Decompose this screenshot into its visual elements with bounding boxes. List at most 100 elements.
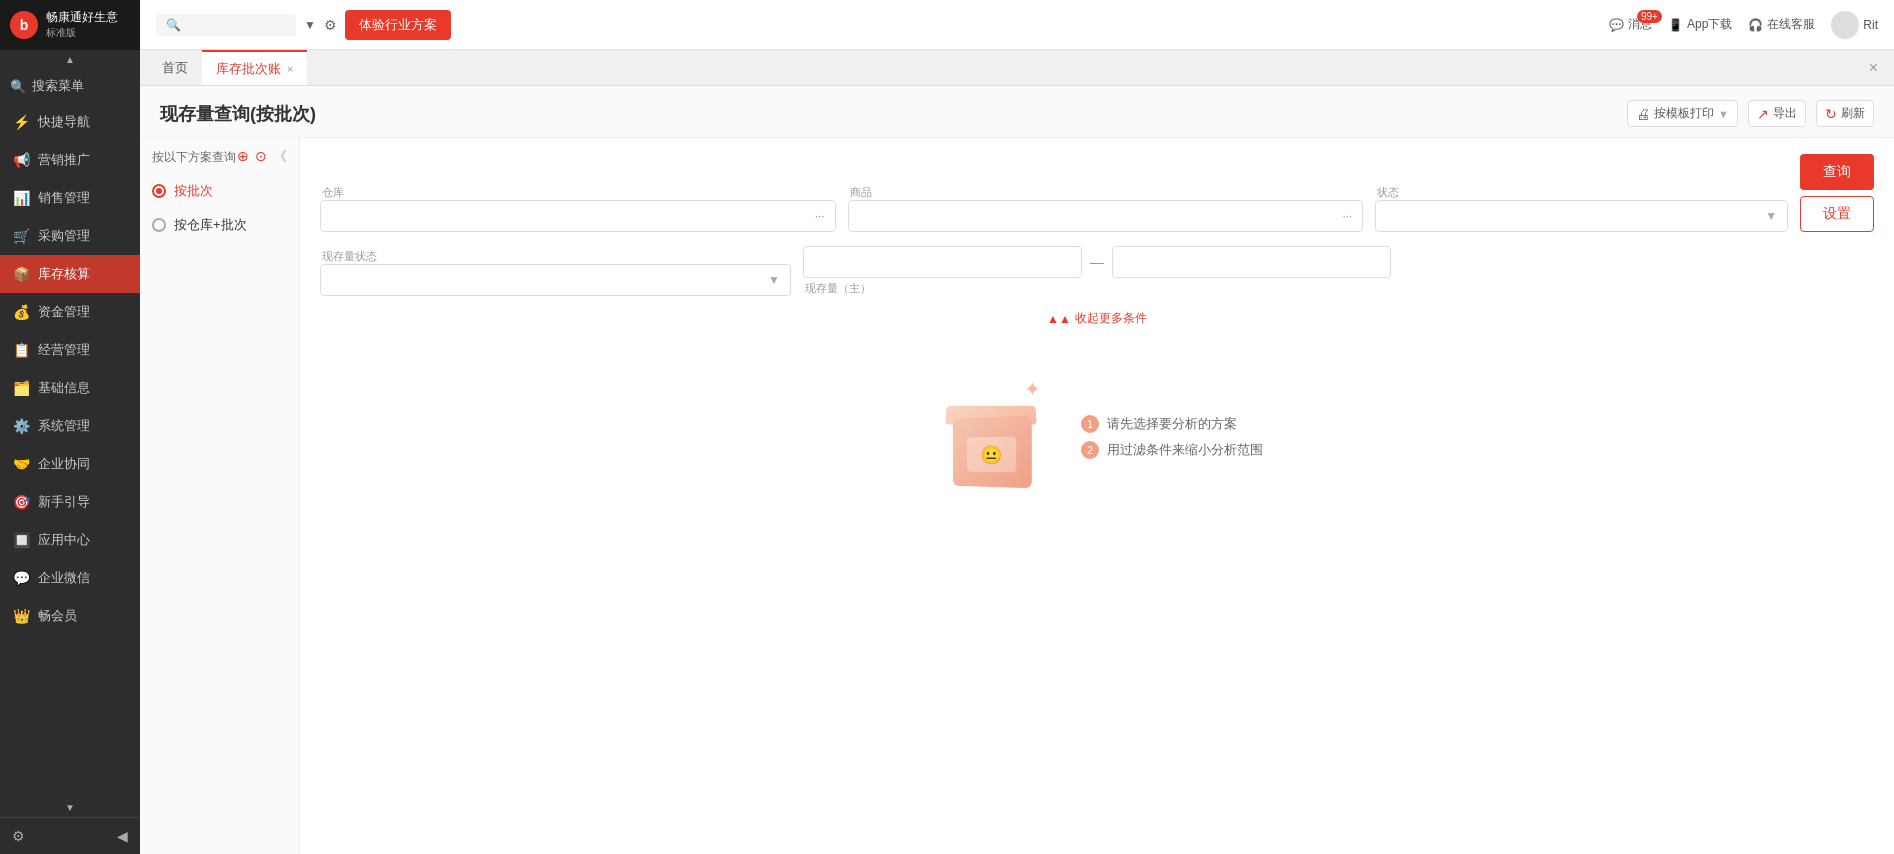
settings-icon[interactable]: ⚙ [12, 828, 25, 844]
sidebar-item-operations[interactable]: 📋经营管理 [0, 331, 140, 369]
sidebar-item-wechat[interactable]: 💬 企业微信 [0, 559, 140, 597]
topbar-left: 🔍 ▼ ⚙ 体验行业方案 [156, 10, 1599, 40]
warehouse-more-icon[interactable]: ··· [815, 209, 825, 223]
warehouse-label: 仓库 [320, 185, 836, 200]
tip-text-1: 请先选择要分析的方案 [1107, 415, 1237, 433]
system-icon: ⚙️ [12, 418, 30, 434]
tip-number-1: 1 [1081, 415, 1099, 433]
tab-inventory-batch[interactable]: 库存批次账 × [202, 50, 307, 85]
sidebar-item-inventory[interactable]: 📦库存核算 [0, 255, 140, 293]
topbar-dropdown-icon[interactable]: ▼ [304, 18, 316, 32]
empty-state: ✦ 😐 1 请先选择要分析的方案 [320, 337, 1874, 537]
inventory-status-input[interactable]: ▼ [320, 264, 791, 296]
filter-item-by-warehouse-batch[interactable]: 按仓库+批次 [140, 208, 299, 242]
filter-item-by-batch-label: 按批次 [174, 182, 213, 200]
status-input[interactable]: ▼ [1375, 200, 1788, 232]
warehouse-input[interactable]: ··· [320, 200, 836, 232]
query-area: 仓库 ··· 商品 ··· 状态 [300, 138, 1894, 854]
topbar-gear-icon[interactable]: ⚙ [324, 17, 337, 33]
main-area: 🔍 ▼ ⚙ 体验行业方案 💬 消息 99+ 📱 App下载 🎧 在线客服 [140, 0, 1894, 854]
marketing-icon: 📢 [12, 152, 30, 168]
filter-panel-icons: ⊕ ⊙ 《 [237, 148, 287, 166]
product-input[interactable]: ··· [848, 200, 1364, 232]
refresh-btn[interactable]: ↻ 刷新 [1816, 100, 1874, 127]
filter-collapse-icon[interactable]: 《 [273, 148, 287, 166]
inventory-status-field: 现存量状态 ▼ [320, 246, 791, 296]
export-label: 导出 [1773, 105, 1797, 122]
tabs-panel-close-icon[interactable]: × [1861, 59, 1886, 77]
inventory-status-value [331, 271, 762, 289]
collapse-sidebar-icon[interactable]: ◀ [117, 828, 128, 844]
tab-home[interactable]: 首页 [148, 50, 202, 85]
tab-inventory-batch-label: 库存批次账 [216, 60, 281, 78]
sidebar-item-finance[interactable]: 💰资金管理 [0, 293, 140, 331]
product-field: 商品 ··· [848, 182, 1364, 232]
sidebar-item-basic[interactable]: 🗂️基础信息 [0, 369, 140, 407]
warehouse-field: 仓库 ··· [320, 182, 836, 232]
product-label: 商品 [848, 185, 1364, 200]
page-title: 现存量查询(按批次) [160, 102, 316, 126]
status-arrow-icon: ▼ [1765, 209, 1777, 223]
tip-text-2: 用过滤条件来缩小分析范围 [1107, 441, 1263, 459]
app-download-btn[interactable]: 📱 App下载 [1668, 16, 1732, 33]
sidebar-nav: ⚡快捷导航📢营销推广📊销售管理🛒采购管理📦库存核算💰资金管理📋经营管理🗂️基础信… [0, 103, 140, 798]
inventory-qty-from[interactable] [803, 246, 1082, 278]
filter-add-icon[interactable]: ⊕ [237, 148, 249, 166]
messages-btn[interactable]: 💬 消息 99+ [1609, 16, 1652, 33]
inventory-status-arrow: ▼ [768, 273, 780, 287]
sidebar-label-cooperation: 企业协同 [38, 455, 90, 473]
sidebar-label-wechat: 企业微信 [38, 569, 90, 587]
tab-home-label: 首页 [162, 59, 188, 77]
tabs-bar: 首页 库存批次账 × × [140, 50, 1894, 86]
sidebar-header: b 畅康通好生意 标准版 [0, 0, 140, 50]
collapse-more-btn[interactable]: ▲▲ 收起更多条件 [320, 306, 1874, 337]
topbar: 🔍 ▼ ⚙ 体验行业方案 💬 消息 99+ 📱 App下载 🎧 在线客服 [140, 0, 1894, 50]
empty-illustration: ✦ 😐 [931, 377, 1051, 497]
sidebar-label-inventory: 库存核算 [38, 265, 90, 283]
sidebar-item-cooperation[interactable]: 🤝企业协同 [0, 445, 140, 483]
sidebar-item-vip[interactable]: 👑畅会员 [0, 597, 140, 635]
status-field: 状态 ▼ [1375, 182, 1788, 232]
export-btn[interactable]: ↗ 导出 [1748, 100, 1806, 127]
experience-btn[interactable]: 体验行业方案 [345, 10, 451, 40]
product-more-icon[interactable]: ··· [1342, 209, 1352, 223]
user-area[interactable]: Rit [1831, 11, 1878, 39]
product-value [859, 207, 1337, 225]
print-template-btn[interactable]: 🖨 按模板打印 ▼ [1627, 100, 1738, 127]
filter-settings-icon[interactable]: ⊙ [255, 148, 267, 166]
inventory-qty-to[interactable] [1112, 246, 1391, 278]
settings-btn[interactable]: 设置 [1800, 196, 1874, 232]
sidebar-label-finance: 资金管理 [38, 303, 90, 321]
sidebar-label-sales: 销售管理 [38, 189, 90, 207]
inventory-status-label: 现存量状态 [320, 249, 791, 264]
qty-dash: — [1090, 254, 1104, 278]
messages-badge: 99+ [1637, 10, 1662, 23]
search-box-icon: 🔍 [166, 18, 181, 32]
sidebar-item-apps[interactable]: 🔲应用中心 [0, 521, 140, 559]
sidebar-item-guide[interactable]: 🎯新手引导 [0, 483, 140, 521]
filter-item-by-batch[interactable]: 按批次 [140, 174, 299, 208]
topbar-search-box[interactable]: 🔍 [156, 14, 296, 36]
sidebar-label-basic: 基础信息 [38, 379, 90, 397]
query-btn[interactable]: 查询 [1800, 154, 1874, 190]
sidebar-item-marketing[interactable]: 📢营销推广 [0, 141, 140, 179]
wechat-icon: 💬 [12, 570, 30, 586]
tab-inventory-batch-close[interactable]: × [287, 63, 293, 75]
online-service-label: 在线客服 [1767, 16, 1815, 33]
sidebar-item-shortcuts[interactable]: ⚡快捷导航 [0, 103, 140, 141]
empty-tip-2: 2 用过滤条件来缩小分析范围 [1081, 441, 1263, 459]
inventory-qty-label: 现存量（主） [803, 281, 1391, 296]
online-service-btn[interactable]: 🎧 在线客服 [1748, 16, 1815, 33]
vip-icon: 👑 [12, 608, 30, 624]
sparkle-icon: ✦ [1024, 377, 1041, 401]
sidebar-item-sales[interactable]: 📊销售管理 [0, 179, 140, 217]
collapse-more-label: 收起更多条件 [1075, 310, 1147, 327]
sidebar-scroll-down[interactable]: ▼ [0, 798, 140, 817]
sidebar-scroll-up[interactable]: ▲ [0, 50, 140, 69]
sidebar-item-system[interactable]: ⚙️系统管理 [0, 407, 140, 445]
sidebar-search[interactable]: 🔍 搜索菜单 [0, 69, 140, 103]
print-dropdown-icon: ▼ [1718, 108, 1729, 120]
sidebar: b 畅康通好生意 标准版 ▲ 🔍 搜索菜单 ⚡快捷导航📢营销推广📊销售管理🛒采购… [0, 0, 140, 854]
status-value [1386, 207, 1759, 225]
sidebar-item-purchase[interactable]: 🛒采购管理 [0, 217, 140, 255]
